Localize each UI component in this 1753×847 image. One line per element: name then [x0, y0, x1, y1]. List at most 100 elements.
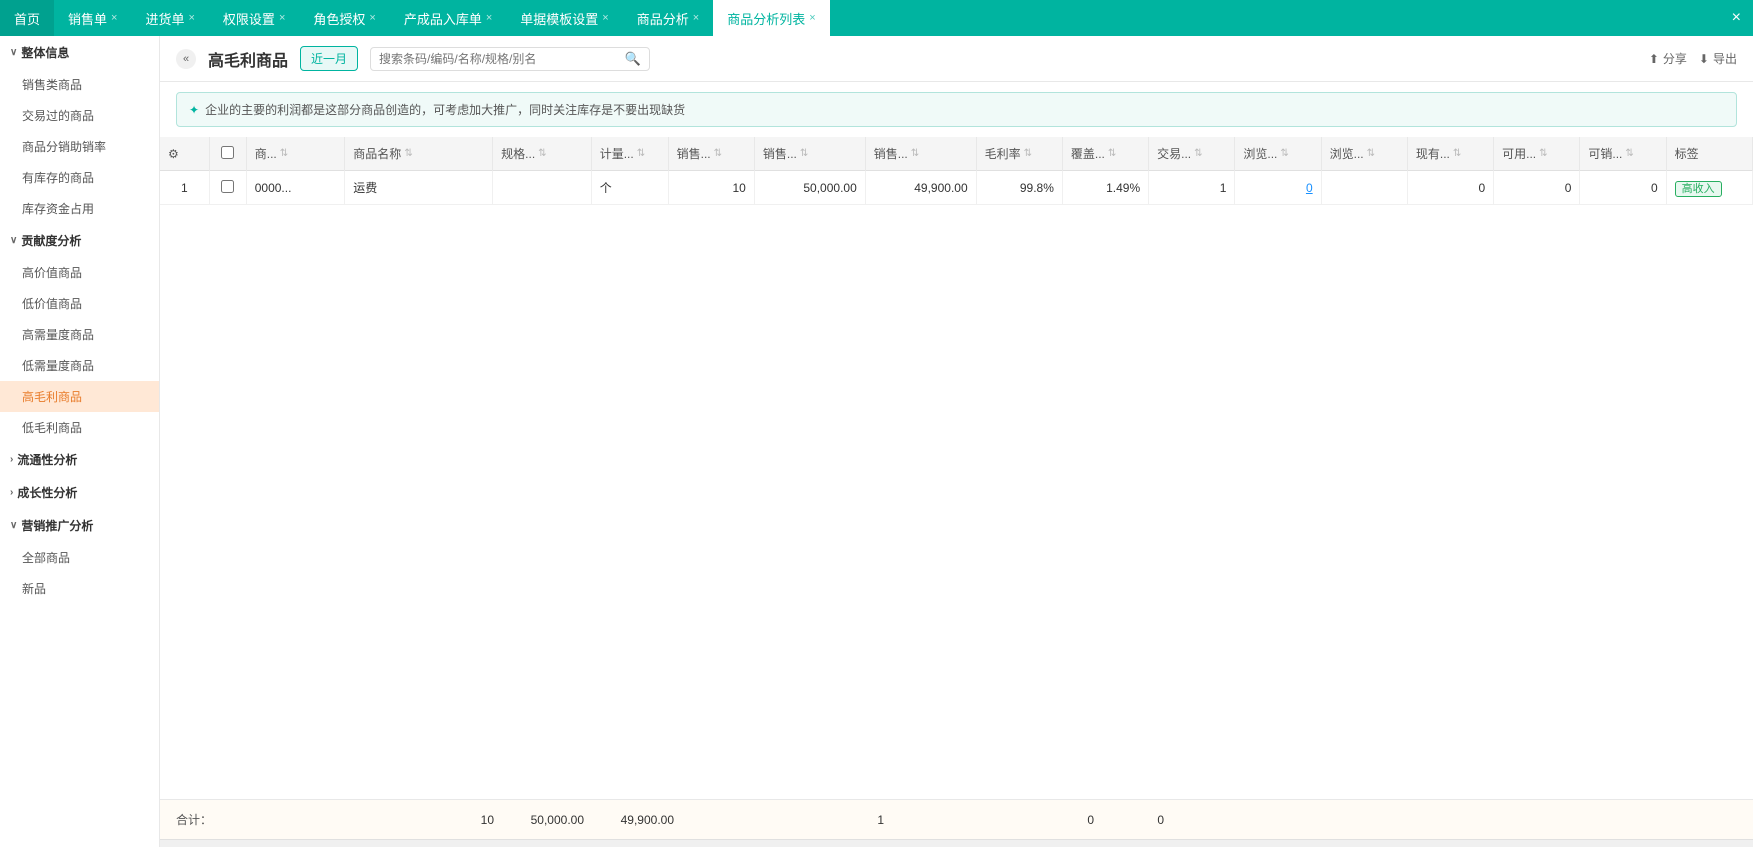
col-stock1-header[interactable]: 现有...⇅	[1407, 137, 1493, 171]
col-browse1-header[interactable]: 浏览...⇅	[1235, 137, 1321, 171]
tag-badge: 高收入	[1675, 181, 1722, 197]
sidebar-item-all-goods[interactable]: 全部商品	[0, 542, 159, 573]
nav-close-role[interactable]: ×	[369, 12, 375, 24]
col-name-header[interactable]: 商品名称⇅	[345, 137, 493, 171]
footer-spacer	[272, 813, 432, 827]
footer-spacer4	[892, 813, 962, 827]
sidebar-item-high-margin[interactable]: 高毛利商品	[0, 381, 159, 412]
col-settings[interactable]: ⚙	[160, 137, 209, 171]
footer-spacer5	[962, 813, 1032, 827]
sidebar-item-low-demand[interactable]: 低需量度商品	[0, 350, 159, 381]
col-sales-qty-header[interactable]: 销售...⇅	[668, 137, 754, 171]
footer-sales-amt: 50,000.00	[502, 813, 592, 827]
col-checkbox[interactable]	[209, 137, 246, 171]
footer-label: 合计：	[176, 811, 212, 828]
nav-close-permission[interactable]: ×	[279, 12, 285, 24]
col-code-header[interactable]: 商...⇅	[246, 137, 345, 171]
sidebar-group-marketing[interactable]: ∨ 营销推广分析	[0, 509, 159, 542]
col-sales-amt-header[interactable]: 销售...⇅	[754, 137, 865, 171]
sidebar-item-high-value[interactable]: 高价值商品	[0, 257, 159, 288]
sidebar-item-new-goods[interactable]: 新品	[0, 573, 159, 604]
nav-template[interactable]: 单据模板设置 ×	[506, 0, 622, 36]
footer-sales-qty: 10	[432, 813, 502, 827]
nav-close-analysis-list[interactable]: ×	[809, 12, 815, 24]
footer-spacer3	[752, 813, 822, 827]
row-num: 1	[160, 171, 209, 205]
row-sales-amt: 50,000.00	[754, 171, 865, 205]
nav-close-analysis[interactable]: ×	[693, 12, 699, 24]
main-layout: ∨ 整体信息 销售类商品 交易过的商品 商品分销助销率 有库存的商品 库存资金占…	[0, 36, 1753, 847]
nav-role[interactable]: 角色授权 ×	[299, 0, 389, 36]
footer-stock2: 0	[1102, 813, 1172, 827]
row-coverage: 1.49%	[1062, 171, 1148, 205]
sidebar-item-stocked-goods[interactable]: 有库存的商品	[0, 162, 159, 193]
row-browse1[interactable]: 0	[1235, 171, 1321, 205]
sidebar-collapse-button[interactable]: «	[176, 49, 196, 69]
row-stock2: 0	[1494, 171, 1580, 205]
row-sales-qty: 10	[668, 171, 754, 205]
nav-permission[interactable]: 权限设置 ×	[209, 0, 299, 36]
filter-month-button[interactable]: 近一月	[300, 46, 358, 71]
arrow-icon-4: ›	[10, 487, 13, 498]
col-trade-header[interactable]: 交易...⇅	[1149, 137, 1235, 171]
nav-product-analysis[interactable]: 商品分析 ×	[623, 0, 713, 36]
select-all-checkbox[interactable]	[221, 146, 234, 159]
nav-product-analysis-list[interactable]: 商品分析列表 ×	[713, 0, 829, 36]
nav-home[interactable]: 首页	[0, 0, 54, 36]
row-stock3: 0	[1580, 171, 1666, 205]
col-tag-header[interactable]: 标签	[1666, 137, 1752, 171]
horizontal-scrollbar[interactable]	[160, 839, 1753, 847]
footer-sales-cost: 49,900.00	[592, 813, 682, 827]
export-button[interactable]: ⬇ 导出	[1699, 50, 1737, 67]
info-icon: ✦	[189, 103, 199, 117]
search-icon[interactable]: 🔍	[625, 51, 641, 67]
data-table: ⚙ 商...⇅ 商品名称⇅ 规格...⇅	[160, 137, 1753, 205]
search-input[interactable]	[379, 52, 625, 66]
row-stock1: 0	[1407, 171, 1493, 205]
col-stock2-header[interactable]: 可用...⇅	[1494, 137, 1580, 171]
footer-cells: 10 50,000.00 49,900.00 1 0 0	[272, 813, 1737, 827]
sidebar-item-sales-goods[interactable]: 销售类商品	[0, 69, 159, 100]
nav-close-purchase[interactable]: ×	[188, 12, 194, 24]
nav-purchase[interactable]: 进货单 ×	[131, 0, 208, 36]
sidebar-group-liquidity[interactable]: › 流通性分析	[0, 443, 159, 476]
col-sales-cost-header[interactable]: 销售...⇅	[865, 137, 976, 171]
sidebar-group-contribution[interactable]: ∨ 贡献度分析	[0, 224, 159, 257]
sidebar-item-low-margin[interactable]: 低毛利商品	[0, 412, 159, 443]
col-spec-header[interactable]: 规格...⇅	[493, 137, 592, 171]
row-checkbox-cell[interactable]	[209, 171, 246, 205]
sidebar: ∨ 整体信息 销售类商品 交易过的商品 商品分销助销率 有库存的商品 库存资金占…	[0, 36, 160, 847]
arrow-icon-5: ∨	[10, 520, 17, 531]
col-coverage-header[interactable]: 覆盖...⇅	[1062, 137, 1148, 171]
nav-product-storage[interactable]: 产成品入库单 ×	[390, 0, 506, 36]
close-all-button[interactable]: ×	[1720, 0, 1753, 36]
footer-stock1: 0	[1032, 813, 1102, 827]
row-spec	[493, 171, 592, 205]
nav-close-sales[interactable]: ×	[111, 12, 117, 24]
col-gross-rate-header[interactable]: 毛利率⇅	[976, 137, 1062, 171]
row-browse2	[1321, 171, 1407, 205]
col-stock3-header[interactable]: 可销...⇅	[1580, 137, 1666, 171]
export-icon: ⬇	[1699, 52, 1709, 66]
sidebar-item-high-demand[interactable]: 高需量度商品	[0, 319, 159, 350]
row-sales-cost: 49,900.00	[865, 171, 976, 205]
row-unit: 个	[591, 171, 668, 205]
row-checkbox[interactable]	[221, 180, 234, 193]
nav-close-product[interactable]: ×	[486, 12, 492, 24]
sidebar-item-stock-capital[interactable]: 库存资金占用	[0, 193, 159, 224]
nav-sales-order[interactable]: 销售单 ×	[54, 0, 131, 36]
content-header: « 高毛利商品 近一月 🔍 ⬆ 分享 ⬇ 导出	[160, 36, 1753, 82]
col-browse2-header[interactable]: 浏览...⇅	[1321, 137, 1407, 171]
footer-spacer2	[682, 813, 752, 827]
header-actions: ⬆ 分享 ⬇ 导出	[1649, 50, 1737, 67]
sidebar-item-distribution-rate[interactable]: 商品分销助销率	[0, 131, 159, 162]
share-button[interactable]: ⬆ 分享	[1649, 50, 1687, 67]
sidebar-item-low-value[interactable]: 低价值商品	[0, 288, 159, 319]
sidebar-group-overall[interactable]: ∨ 整体信息	[0, 36, 159, 69]
nav-close-template[interactable]: ×	[602, 12, 608, 24]
row-trade: 1	[1149, 171, 1235, 205]
sidebar-group-growth[interactable]: › 成长性分析	[0, 476, 159, 509]
col-unit-header[interactable]: 计量...⇅	[591, 137, 668, 171]
sidebar-item-traded-goods[interactable]: 交易过的商品	[0, 100, 159, 131]
top-nav: 首页 销售单 × 进货单 × 权限设置 × 角色授权 × 产成品入库单 × 单据…	[0, 0, 1753, 36]
